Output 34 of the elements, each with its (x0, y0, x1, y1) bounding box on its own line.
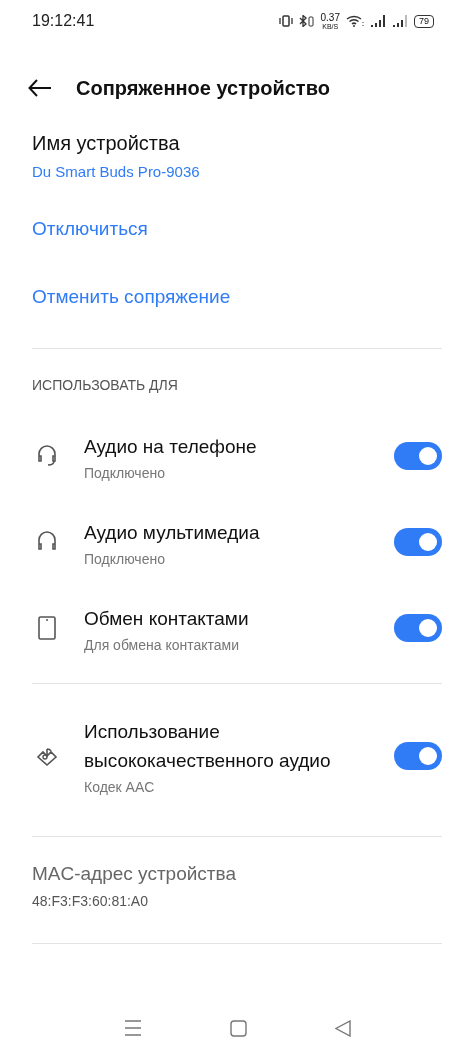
device-name[interactable]: Du Smart Buds Pro-9036 (32, 163, 442, 180)
toggle-switch[interactable] (394, 614, 442, 642)
toggle-switch[interactable] (394, 528, 442, 556)
network-speed: 0.37 (320, 12, 340, 23)
action-link[interactable]: Отключиться (32, 218, 148, 240)
action-link[interactable]: Отменить сопряжение (32, 286, 231, 308)
vibrate-icon (278, 15, 293, 27)
option-title: Аудио мультимедиа (84, 520, 261, 545)
mac-address: 48:F3:F3:60:81:A0 (32, 893, 149, 909)
clock-time: 19:12:41 (32, 12, 95, 30)
battery-level: 79 (414, 14, 434, 28)
page-title: Сопряженное устройство (76, 76, 330, 100)
toggle-switch[interactable] (394, 442, 442, 470)
headset-icon (36, 443, 58, 469)
mac-address-label: MAC-адрес устройства (32, 863, 237, 885)
menu-icon[interactable] (123, 1020, 142, 1036)
home-button-icon[interactable] (229, 1020, 247, 1037)
option-status: Для обмена контактами (84, 636, 241, 653)
signal-icon (370, 15, 386, 27)
option-status: Кодек AAC (84, 779, 156, 795)
option-status: Подключено (84, 550, 166, 567)
toggle-switch[interactable] (394, 742, 442, 770)
back-icon[interactable] (334, 1020, 351, 1037)
option-status: Подключено (84, 464, 166, 481)
option-title: Обмен контактами (84, 606, 250, 631)
signal-icon (392, 15, 408, 27)
back-arrow-icon[interactable] (28, 79, 52, 97)
device-name-label: Имя устройства (32, 132, 181, 155)
section-heading: ИСПОЛЬЗОВАТЬ ДЛЯ (31, 376, 179, 395)
wifi-icon (346, 15, 364, 27)
phone-icon (36, 615, 58, 641)
bluetooth-icon (298, 15, 315, 27)
option-title: Аудио на телефоне (84, 434, 258, 459)
option-title: Использование высококачественного аудио (84, 720, 332, 773)
